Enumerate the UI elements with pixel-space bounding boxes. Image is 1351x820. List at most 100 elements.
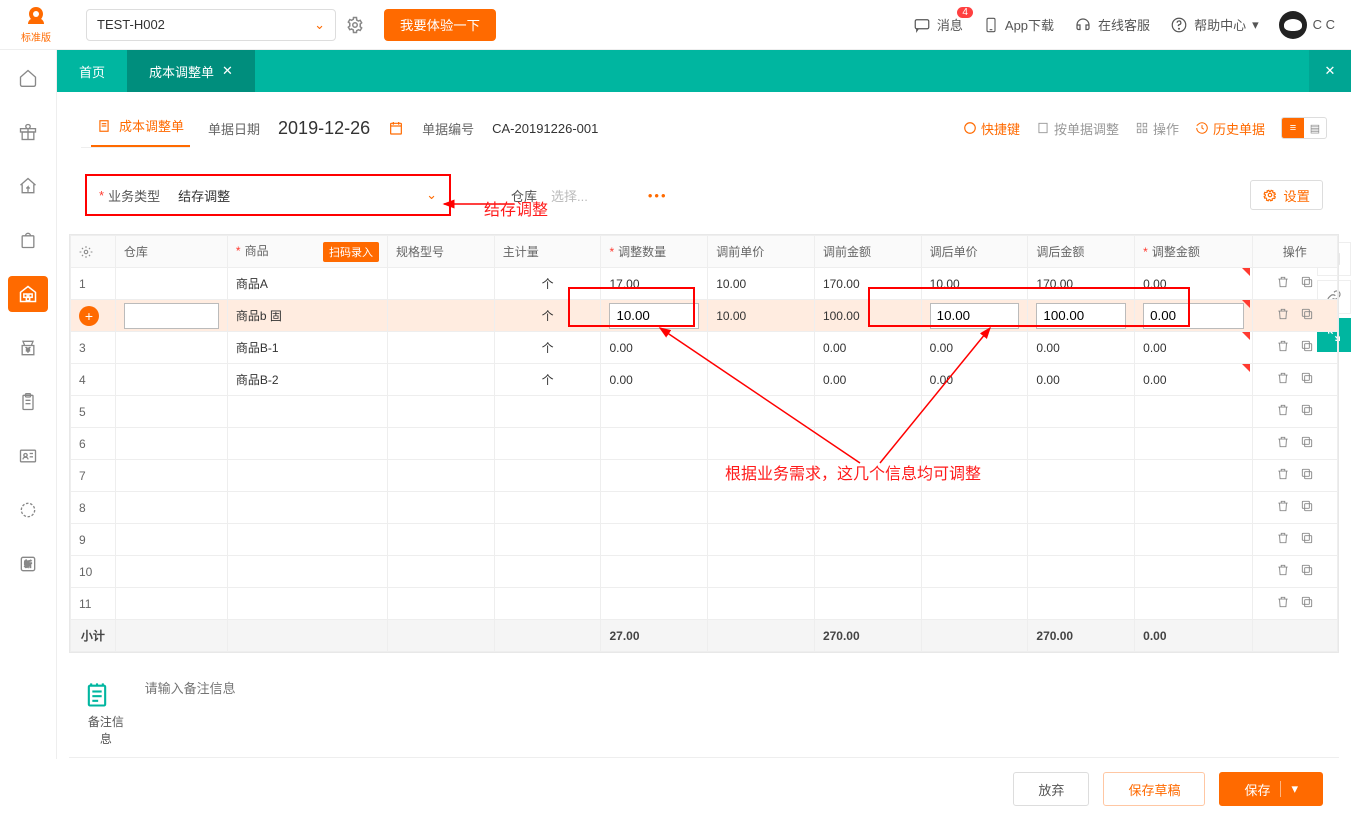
delete-row-icon[interactable] [1276,371,1290,385]
copy-row-icon[interactable] [1300,467,1314,481]
chevron-down-icon: ▾ [1252,17,1259,33]
discard-button[interactable]: 放弃 [1013,772,1089,806]
experience-button[interactable]: 我要体验一下 [384,9,496,41]
table-row[interactable]: 7 [71,460,1338,492]
col-adj-qty[interactable]: *调整数量 [601,236,708,268]
col-pre-amt[interactable]: 调前金额 [814,236,921,268]
nav-warehouse-icon[interactable] [8,276,48,312]
col-gear[interactable] [71,236,116,268]
copy-row-icon[interactable] [1300,595,1314,609]
notes-input[interactable] [145,681,1325,696]
user-menu[interactable]: C C [1279,11,1335,39]
col-product[interactable]: *商品扫码录入 [227,236,387,268]
delete-row-icon[interactable] [1276,467,1290,481]
operate-button[interactable]: 操作 [1135,119,1179,138]
history-button[interactable]: 历史单据 [1195,119,1265,138]
table-row[interactable]: 4商品B-2个0.000.000.000.000.00 [71,364,1338,396]
col-ops: 操作 [1252,236,1337,268]
logo-text: 标准版 [21,29,51,44]
nav-clipboard-icon[interactable] [8,384,48,420]
help-button[interactable]: 帮助中心 ▾ [1170,15,1259,34]
annotation-text-2: 根据业务需求，这几个信息均可调整 [725,460,981,484]
delete-row-icon[interactable] [1276,307,1290,321]
col-post-amt[interactable]: 调后金额 [1028,236,1135,268]
col-adj-amt[interactable]: *调整金额 [1135,236,1252,268]
svg-text:¥: ¥ [26,347,30,354]
table-row[interactable]: 3商品B-1个0.000.000.000.000.00 [71,332,1338,364]
post-amt-input[interactable] [1036,303,1126,329]
hotkey-button[interactable]: 快捷键 [963,119,1020,138]
copy-row-icon[interactable] [1300,403,1314,417]
app-download-button[interactable]: App下载 [983,15,1054,34]
adj-amt-input[interactable] [1143,303,1243,329]
table-row[interactable]: 6 [71,428,1338,460]
nav-sync-icon[interactable] [8,492,48,528]
table-row[interactable]: 1商品A个17.0010.00170.0010.00170.000.00 [71,268,1338,300]
copy-row-icon[interactable] [1300,563,1314,577]
view-toggle[interactable]: ≡ ▤ [1281,117,1327,139]
nav-gift-icon[interactable] [8,114,48,150]
nav-upload-icon[interactable] [8,168,48,204]
nav-money-icon[interactable]: ¥ [8,330,48,366]
bydoc-button[interactable]: 按单据调整 [1036,119,1119,138]
col-post-price[interactable]: 调后单价 [921,236,1028,268]
table-row[interactable]: 5 [71,396,1338,428]
doc-title-tab[interactable]: 成本调整单 [91,108,190,147]
tab-cost-adjust[interactable]: 成本调整单 ✕ [127,50,255,92]
delete-row-icon[interactable] [1276,339,1290,353]
more-filters-button[interactable]: ••• [648,188,668,203]
col-uom[interactable]: 主计量 [494,236,601,268]
close-icon[interactable]: ✕ [222,63,233,79]
settings-gear-icon[interactable] [346,16,364,34]
service-button[interactable]: 在线客服 [1074,15,1150,34]
delete-row-icon[interactable] [1276,435,1290,449]
tab-home[interactable]: 首页 [57,50,127,92]
delete-row-icon[interactable] [1276,275,1290,289]
chevron-down-icon[interactable]: ▾ [1280,781,1298,797]
messages-button[interactable]: 消息 4 [913,15,963,34]
nav-new-icon[interactable]: 新 [8,546,48,582]
nav-bag-icon[interactable] [8,222,48,258]
chevron-down-icon: ⌄ [314,17,325,33]
delete-row-icon[interactable] [1276,563,1290,577]
delete-row-icon[interactable] [1276,499,1290,513]
nav-home-icon[interactable] [8,60,48,96]
table-row[interactable]: 9 [71,524,1338,556]
warehouse-input[interactable] [124,303,219,329]
col-pre-price[interactable]: 调前单价 [708,236,815,268]
copy-row-icon[interactable] [1300,435,1314,449]
post-price-input[interactable] [930,303,1020,329]
grid-settings-button[interactable]: 设置 [1250,180,1323,210]
delete-row-icon[interactable] [1276,531,1290,545]
business-type-select[interactable]: * 业务类型 结存调整 ⌄ [85,174,451,216]
table-row[interactable]: 8 [71,492,1338,524]
copy-row-icon[interactable] [1300,499,1314,513]
doc-icon [1036,121,1050,135]
copy-row-icon[interactable] [1300,275,1314,289]
view-list-icon[interactable]: ≡ [1282,118,1304,138]
copy-row-icon[interactable] [1300,531,1314,545]
copy-row-icon[interactable] [1300,307,1314,321]
delete-row-icon[interactable] [1276,403,1290,417]
delete-row-icon[interactable] [1276,595,1290,609]
table-row[interactable]: 10 [71,556,1338,588]
date-value[interactable]: 2019-12-26 [278,118,370,139]
copy-row-icon[interactable] [1300,339,1314,353]
save-draft-button[interactable]: 保存草稿 [1103,772,1205,806]
table-row[interactable]: +商品b 固个10.00100.00 [71,300,1338,332]
col-spec[interactable]: 规格型号 [388,236,495,268]
doc-icon [97,119,111,133]
tenant-select[interactable]: TEST-H002 ⌄ [86,9,336,41]
calendar-icon[interactable] [388,120,404,136]
scan-entry-button[interactable]: 扫码录入 [323,242,379,262]
table-row[interactable]: 11 [71,588,1338,620]
tabs-close-all[interactable]: ✕ [1309,50,1351,92]
add-row-button[interactable]: + [79,306,99,326]
notes-icon: 备注信息 [83,681,129,747]
qty-input[interactable] [609,303,699,329]
nav-idcard-icon[interactable] [8,438,48,474]
view-card-icon[interactable]: ▤ [1304,118,1326,138]
save-button[interactable]: 保存 ▾ [1219,772,1323,806]
copy-row-icon[interactable] [1300,371,1314,385]
col-warehouse[interactable]: 仓库 [115,236,227,268]
